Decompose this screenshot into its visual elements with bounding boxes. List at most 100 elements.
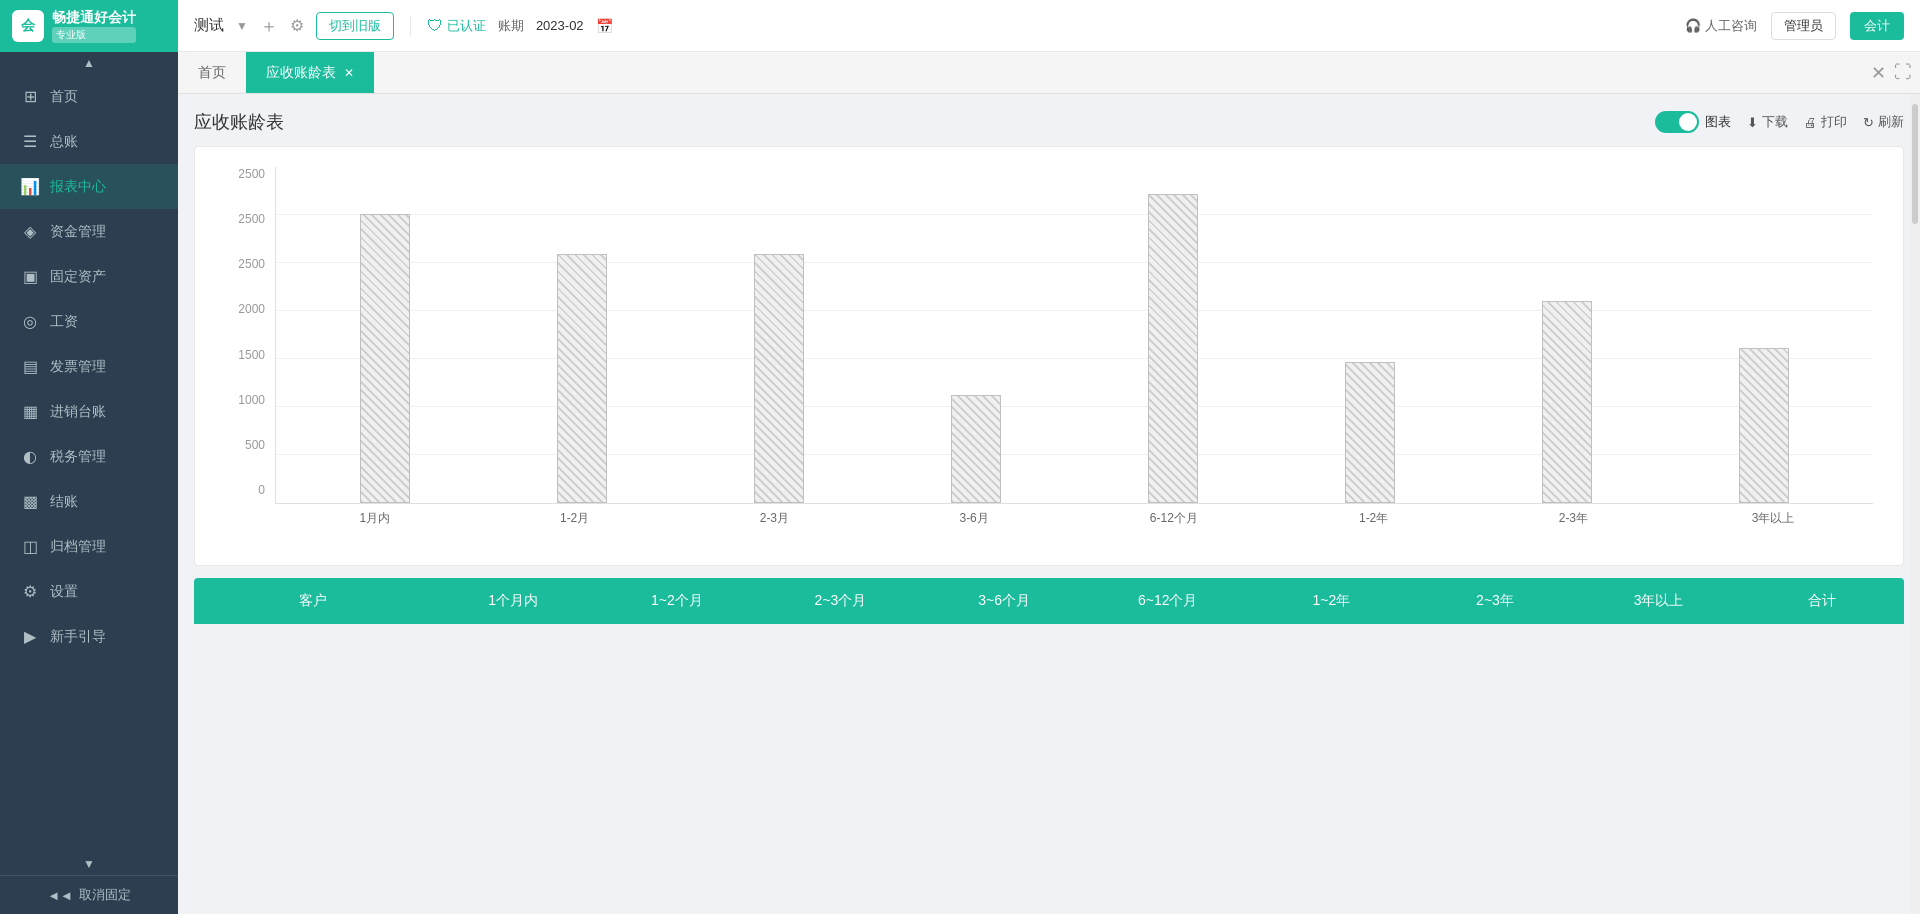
refresh-icon: ↻	[1863, 115, 1874, 130]
topbar: 测试 ▼ ＋ ⚙ 切到旧版 🛡 已认证 账期 2023-02 📅 🎧 人工咨询 …	[178, 0, 1920, 52]
accountant-button[interactable]: 会计	[1850, 12, 1904, 40]
sidebar-item-funds[interactable]: ◈ 资金管理	[0, 209, 178, 254]
settle-icon: ▩	[20, 492, 40, 511]
tab-ar-aging[interactable]: 应收账龄表 ✕	[246, 52, 374, 93]
sidebar-item-label: 结账	[50, 493, 78, 511]
divider	[410, 16, 411, 36]
th-1-2month: 1~2个月	[595, 578, 759, 624]
x-label-5: 1-2年	[1274, 504, 1474, 527]
archive-icon: ◫	[20, 537, 40, 556]
th-3-6month: 3~6个月	[922, 578, 1086, 624]
bar-4	[1148, 194, 1198, 503]
calendar-icon[interactable]: 📅	[596, 18, 613, 34]
bar-6	[1542, 301, 1592, 503]
chart-toggle-label: 图表	[1705, 113, 1731, 131]
add-icon[interactable]: ＋	[260, 14, 278, 38]
sidebar-item-ledger[interactable]: ☰ 总账	[0, 119, 178, 164]
bar-group-2	[680, 167, 877, 503]
sidebar-item-label: 报表中心	[50, 178, 106, 196]
chart-toggle[interactable]	[1655, 111, 1699, 133]
table-header: 客户 1个月内 1~2个月 2~3个月 3~6个月 6~12个月 1~2年 2~…	[194, 578, 1904, 624]
th-3plus-year: 3年以上	[1577, 578, 1741, 624]
bar-group-3	[877, 167, 1074, 503]
sidebar-item-settle[interactable]: ▩ 结账	[0, 479, 178, 524]
tab-home[interactable]: 首页	[178, 52, 246, 93]
sidebar-item-assets[interactable]: ▣ 固定资产	[0, 254, 178, 299]
sidebar-item-guide[interactable]: ▶ 新手引导	[0, 614, 178, 659]
topbar-title: 测试	[194, 16, 224, 35]
sidebar-item-tax[interactable]: ◐ 税务管理	[0, 434, 178, 479]
sidebar-item-settings[interactable]: ⚙ 设置	[0, 569, 178, 614]
sidebar-item-label: 设置	[50, 583, 78, 601]
scroll-up-arrow[interactable]: ▲	[0, 52, 178, 74]
page-content: 应收账龄表 图表 ⬇ 下载 🖨 打印 ↻ 刷新	[178, 94, 1920, 914]
refresh-button[interactable]: ↻ 刷新	[1863, 113, 1904, 131]
manager-button[interactable]: 管理员	[1771, 12, 1836, 40]
consult-label: 人工咨询	[1705, 17, 1757, 35]
settings-icon: ⚙	[20, 582, 40, 601]
bar-group-6	[1469, 167, 1666, 503]
sidebar-item-label: 发票管理	[50, 358, 106, 376]
bar-7	[1739, 348, 1789, 503]
x-label-1: 1-2月	[475, 504, 675, 527]
page-title: 应收账龄表	[194, 110, 284, 134]
y-label-4: 2000	[238, 302, 265, 316]
trade-icon: ▦	[20, 402, 40, 421]
download-button[interactable]: ⬇ 下载	[1747, 113, 1788, 131]
sidebar-item-invoice[interactable]: ▤ 发票管理	[0, 344, 178, 389]
x-label-3: 3-6月	[874, 504, 1074, 527]
cancel-fixed-btn[interactable]: ◄◄ 取消固定	[0, 875, 178, 914]
dropdown-arrow-icon[interactable]: ▼	[236, 19, 248, 33]
sidebar-item-trade[interactable]: ▦ 进销台账	[0, 389, 178, 434]
sidebar-item-archive[interactable]: ◫ 归档管理	[0, 524, 178, 569]
sidebar-item-reports[interactable]: 📊 报表中心	[0, 164, 178, 209]
old-version-button[interactable]: 切到旧版	[316, 12, 394, 40]
reports-icon: 📊	[20, 177, 40, 196]
bar-group-5	[1272, 167, 1469, 503]
th-1month: 1个月内	[431, 578, 595, 624]
x-label-0: 1月内	[275, 504, 475, 527]
x-label-7: 3年以上	[1673, 504, 1873, 527]
sidebar-nav: ⊞ 首页 ☰ 总账 📊 报表中心 ◈ 资金管理 ▣ 固定资产 ◎ 工资 ▤ 发票…	[0, 74, 178, 853]
assets-icon: ▣	[20, 267, 40, 286]
sidebar-item-home[interactable]: ⊞ 首页	[0, 74, 178, 119]
th-6-12month: 6~12个月	[1086, 578, 1250, 624]
invoice-icon: ▤	[20, 357, 40, 376]
right-scrollbar[interactable]	[1910, 94, 1920, 914]
chart-main: 1月内 1-2月 2-3月 3-6月 6-12个月 1-2年 2-3年 3年以上	[275, 167, 1873, 527]
close-panel-icon[interactable]: ✕	[1871, 62, 1886, 84]
page-actions: 图表 ⬇ 下载 🖨 打印 ↻ 刷新	[1655, 111, 1904, 133]
download-icon: ⬇	[1747, 115, 1758, 130]
chart-y-axis: 2500 2500 2500 2000 1500 1000 500 0	[225, 167, 275, 527]
sidebar-item-label: 税务管理	[50, 448, 106, 466]
scroll-down-arrow[interactable]: ▼	[0, 853, 178, 875]
tabs-right-actions: ✕ ⛶	[1871, 62, 1920, 84]
sidebar-item-label: 进销台账	[50, 403, 106, 421]
x-label-2: 2-3月	[675, 504, 875, 527]
y-label-0: 0	[258, 483, 265, 497]
tax-icon: ◐	[20, 447, 40, 466]
x-label-6: 2-3年	[1474, 504, 1674, 527]
print-icon: 🖨	[1804, 115, 1817, 130]
headset-icon: 🎧	[1685, 18, 1701, 33]
chart-bars-wrap	[275, 167, 1873, 504]
verified-badge: 🛡 已认证	[427, 17, 486, 35]
home-icon: ⊞	[20, 87, 40, 106]
tab-close-icon[interactable]: ✕	[344, 66, 354, 80]
chart-inner: 2500 2500 2500 2000 1500 1000 500 0	[225, 167, 1873, 527]
tabs-bar: 首页 应收账龄表 ✕ ✕ ⛶	[178, 52, 1920, 94]
gear-icon[interactable]: ⚙	[290, 16, 304, 35]
consult-button[interactable]: 🎧 人工咨询	[1685, 17, 1757, 35]
bar-3	[951, 395, 1001, 503]
sidebar-item-label: 工资	[50, 313, 78, 331]
sidebar-item-label: 归档管理	[50, 538, 106, 556]
chart-toggle-wrap: 图表	[1655, 111, 1731, 133]
toggle-dot	[1679, 113, 1697, 131]
expand-icon[interactable]: ⛶	[1894, 62, 1912, 83]
x-label-4: 6-12个月	[1074, 504, 1274, 527]
chart-x-labels: 1月内 1-2月 2-3月 3-6月 6-12个月 1-2年 2-3年 3年以上	[275, 504, 1873, 527]
ledger-icon: ☰	[20, 132, 40, 151]
sidebar-item-wages[interactable]: ◎ 工资	[0, 299, 178, 344]
guide-icon: ▶	[20, 627, 40, 646]
print-button[interactable]: 🖨 打印	[1804, 113, 1847, 131]
